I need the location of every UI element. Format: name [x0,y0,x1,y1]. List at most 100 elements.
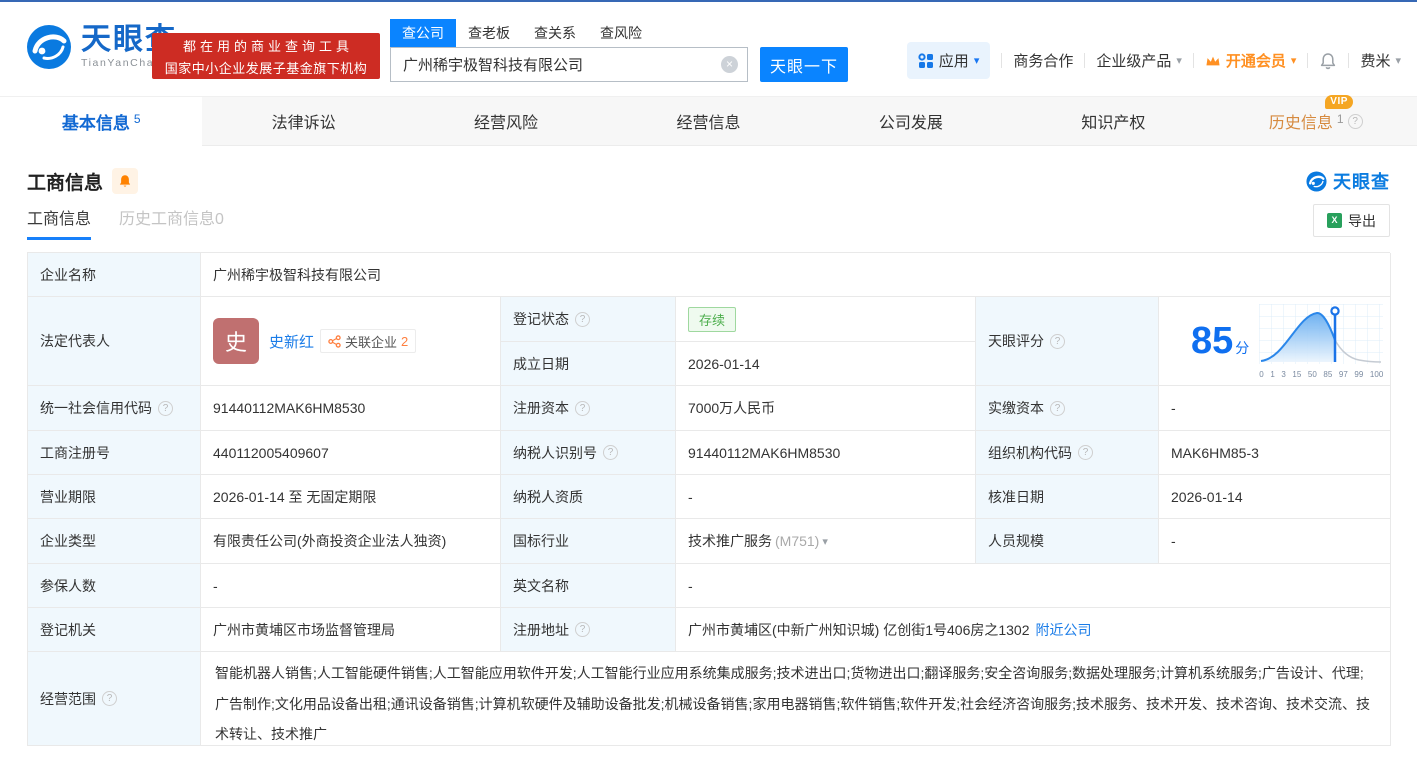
tab-label: 法律诉讼 [272,109,336,133]
search-tab-boss[interactable]: 查老板 [456,19,522,47]
help-icon[interactable]: ? [575,401,590,416]
chevron-down-icon: ▾ [822,535,828,548]
export-button[interactable]: X 导出 [1313,204,1390,237]
help-icon[interactable]: ? [1078,445,1093,460]
notification-bell[interactable] [1319,52,1337,70]
help-icon[interactable]: ? [102,691,117,706]
search-input-wrap: × [390,47,748,82]
subscribe-bell-button[interactable] [112,168,138,194]
menu-divider [1084,53,1085,68]
legal-rep-label: 法定代表人 [28,297,201,386]
search-button[interactable]: 天眼一下 [760,47,848,82]
help-icon[interactable]: ? [603,445,618,460]
search-area: 查公司 查老板 查关系 查风险 × 天眼一下 [390,19,848,82]
vip-membership-menu[interactable]: 开通会员 ▾ [1205,50,1297,71]
taxpayer-quality-value: - [676,475,976,519]
score-curve-chart: 01 315 5085 9799 100 [1259,304,1383,379]
user-menu-label: 费米 [1360,50,1390,71]
subtabs-row: 工商信息 历史工商信息0 X 导出 [27,202,1390,240]
cooperation-menu[interactable]: 商务合作 [1013,50,1073,71]
crown-icon [1205,54,1221,68]
credit-code-label: 统一社会信用代码? [28,386,201,431]
reg-capital-label: 注册资本? [501,386,676,431]
org-code-value: MAK6HM85-3 [1159,431,1391,475]
help-icon[interactable]: ? [1050,401,1065,416]
excel-icon: X [1327,213,1342,228]
related-companies-badge[interactable]: 关联企业 2 [320,329,416,353]
slogan-line-2: 国家中小企业发展子基金旗下机构 [165,58,368,77]
search-tab-relation[interactable]: 查关系 [522,19,588,47]
tab-count: 1 [1337,112,1344,126]
menu-divider [1193,53,1194,68]
help-icon[interactable]: ? [1050,334,1065,349]
watermark-logo: 天眼查 [1306,168,1390,194]
section-title-group: 工商信息 [27,168,138,195]
business-scope-label: 经营范围? [28,652,201,746]
reg-number-label: 工商注册号 [28,431,201,475]
reg-status-value: 存续 [676,297,976,342]
help-icon[interactable]: ? [1348,114,1363,129]
tab-count: 5 [134,112,141,126]
user-menu[interactable]: 费米 ▾ [1360,50,1401,71]
reg-number-value: 440112005409607 [201,431,501,475]
search-tabs: 查公司 查老板 查关系 查风险 [390,19,848,47]
tab-history-info[interactable]: 历史信息 VIP 1 ? [1215,97,1417,145]
establish-date-value: 2026-01-14 [676,342,976,386]
apps-menu-label: 应用 [939,50,969,71]
enterprise-products-menu[interactable]: 企业级产品 ▾ [1096,50,1182,71]
legal-rep-avatar[interactable]: 史 [213,318,259,364]
score-axis-labels: 01 315 5085 9799 100 [1259,370,1383,379]
subtabs: 工商信息 历史工商信息0 [27,205,224,240]
chevron-down-icon: ▾ [1176,54,1182,67]
apps-menu[interactable]: 应用 ▾ [907,42,991,79]
taxpayer-id-value: 91440112MAK6HM8530 [676,431,976,475]
clear-icon[interactable]: × [721,56,738,73]
related-companies-count: 2 [401,334,408,349]
business-scope-value: 智能机器人销售;人工智能硬件销售;人工智能应用软件开发;人工智能行业应用系统集成… [201,652,1391,746]
tab-business-info[interactable]: 经营信息 [607,97,809,145]
tab-label-wrap: 历史信息 VIP [1269,109,1333,133]
paid-capital-label: 实缴资本? [976,386,1159,431]
tab-basic-info[interactable]: 基本信息 5 [0,97,202,146]
help-icon[interactable]: ? [575,622,590,637]
legal-rep-link[interactable]: 史新红 [269,331,314,352]
tab-intellectual-property[interactable]: 知识产权 [1012,97,1214,145]
tab-legal-proceedings[interactable]: 法律诉讼 [202,97,404,145]
nearby-companies-link[interactable]: 附近公司 [1036,620,1092,640]
tianyancha-eye-icon [1306,171,1327,192]
paid-capital-value: - [1159,386,1391,431]
site-header: 天眼查 TianYanCha.com 都在用的商业查询工具 国家中小企业发展子基… [0,2,1417,96]
chevron-down-icon: ▾ [1395,54,1401,67]
search-tab-company[interactable]: 查公司 [390,19,456,47]
tab-company-development[interactable]: 公司发展 [810,97,1012,145]
menu-divider [1307,53,1308,68]
subtab-history-business-registration[interactable]: 历史工商信息0 [119,205,224,240]
business-term-label: 营业期限 [28,475,201,519]
help-icon[interactable]: ? [158,401,173,416]
help-icon[interactable]: ? [575,312,590,327]
cooperation-menu-label: 商务合作 [1013,50,1073,71]
chevron-down-icon: ▾ [974,54,980,67]
industry-dropdown[interactable]: 技术推广服务 (M751) ▾ [688,531,828,551]
tyc-score-label: 天眼评分? [976,297,1159,386]
subtab-business-registration[interactable]: 工商信息 [27,205,91,240]
org-code-label: 组织机构代码? [976,431,1159,475]
search-input[interactable] [390,47,748,82]
tab-label: 公司发展 [879,109,943,133]
reg-status-label: 登记状态? [501,297,676,342]
page-title: 工商信息 [27,168,103,195]
vip-badge: VIP [1325,95,1353,109]
score-value: 85分 [1191,320,1249,363]
search-tab-risk[interactable]: 查风险 [588,19,654,47]
tab-operational-risk[interactable]: 经营风险 [405,97,607,145]
reg-capital-value: 7000万人民币 [676,386,976,431]
staff-size-label: 人员规模 [976,519,1159,564]
staff-size-value: - [1159,519,1391,564]
taxpayer-id-label: 纳税人识别号? [501,431,676,475]
status-badge: 存续 [688,307,736,332]
tab-label: 历史信息 [1269,115,1333,132]
bell-icon [118,174,132,188]
tab-label: 经营信息 [676,109,740,133]
insured-count-value: - [201,564,501,608]
company-name-value: 广州稀宇极智科技有限公司 [201,253,1391,297]
